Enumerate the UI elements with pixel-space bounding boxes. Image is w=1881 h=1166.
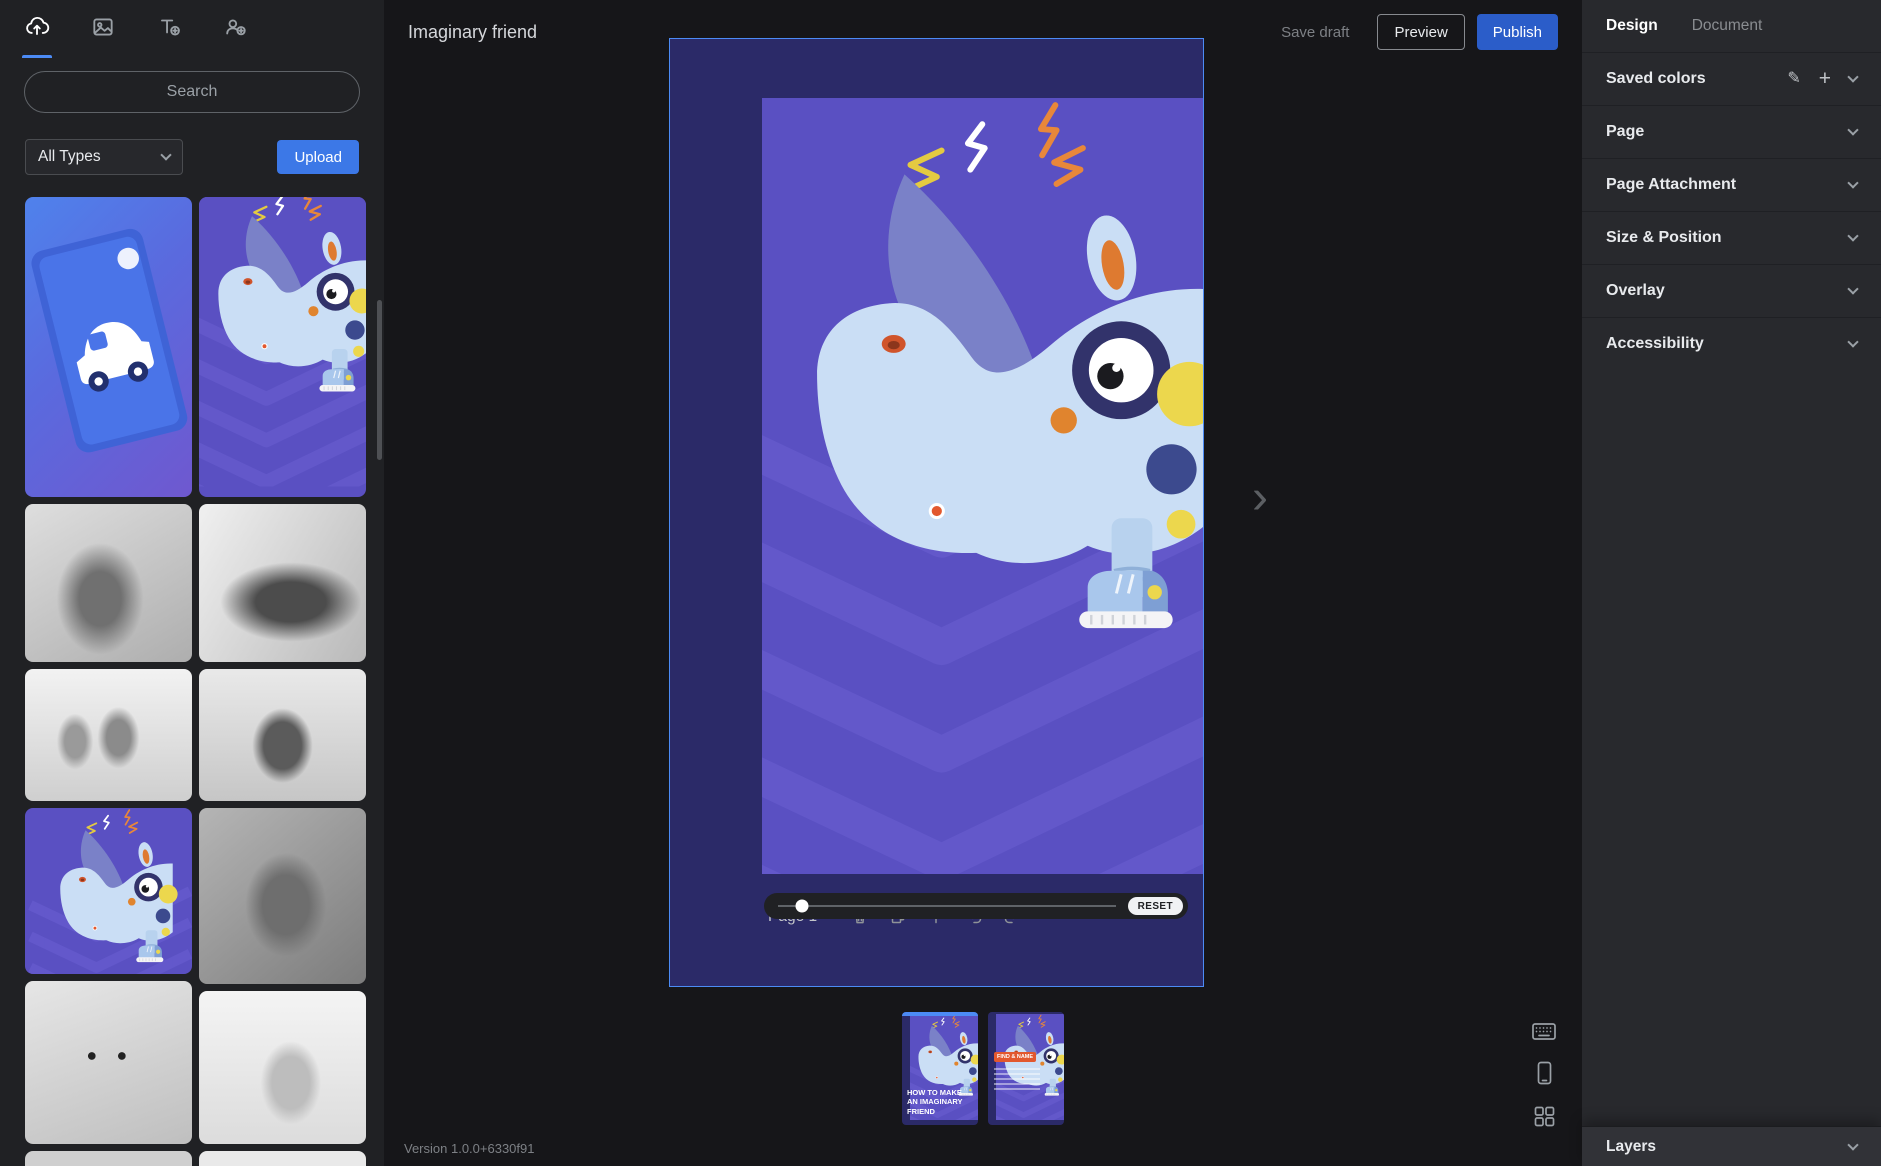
next-page-button[interactable]: › [1252,474,1268,522]
library-tab-third-party-media[interactable] [84,0,122,58]
layers-bar[interactable]: Layers [1582,1126,1881,1166]
media-type-dropdown[interactable]: All Types [25,139,183,175]
media-item-figurines-photo[interactable] [25,669,192,801]
section-size-position[interactable]: Size & Position [1582,211,1881,264]
image-icon [90,14,116,45]
search-wrap [0,58,384,113]
media-gallery [0,197,384,1166]
keyboard-icon [1532,1023,1556,1045]
page-carousel: HOW TO MAKE AN IMAGINARY FRIEND FIND & N… [902,1012,1064,1125]
search-input[interactable] [24,71,360,113]
media-column-1 [25,197,192,1166]
section-page[interactable]: Page [1582,105,1881,158]
chevron-right-icon: › [1252,471,1268,524]
animation-playbar: RESET [764,893,1188,919]
media-item-imaginary-friend-illustration[interactable] [199,197,366,497]
tab-design[interactable]: Design [1606,17,1658,35]
animation-scrubber-knob[interactable] [796,900,809,913]
media-item-partial[interactable] [25,1151,192,1166]
inspector-tab-bar: Design Document [1582,0,1881,52]
thumbnail-title: FIND & NAME [994,1052,1036,1062]
chevron-down-icon [1847,283,1858,294]
chevron-down-icon [160,149,171,160]
library-panel: All Types Upload [0,0,384,1166]
edit-colors-icon[interactable]: ✎ [1787,71,1800,87]
library-scrollbar[interactable] [377,300,382,460]
cloud-upload-icon [24,14,50,45]
library-tab-text[interactable] [150,0,188,58]
media-item-partial[interactable] [199,1151,366,1166]
media-item-totoro-figurine-photo[interactable] [199,669,366,801]
chevron-down-icon [1847,124,1858,135]
section-accessibility[interactable]: Accessibility [1582,317,1881,370]
layers-label: Layers [1606,1138,1656,1156]
media-type-value: All Types [38,148,101,166]
saved-colors-section[interactable]: Saved colors ✎ + [1582,52,1881,105]
upload-button[interactable]: Upload [277,140,359,174]
animation-reset-button[interactable]: RESET [1128,897,1183,915]
chevron-down-icon [1847,230,1858,241]
stage-header: Imaginary friend Save draft Preview Publ… [384,0,1582,64]
grid-view-button[interactable] [1534,1106,1555,1132]
phone-icon [1537,1061,1552,1090]
library-tab-shapes-stickers[interactable] [216,0,254,58]
corner-tools [1532,1023,1556,1132]
device-preview-button[interactable] [1537,1061,1552,1090]
text-add-icon [156,14,182,45]
grid-icon [1534,1106,1555,1132]
keyboard-shortcuts-button[interactable] [1532,1023,1556,1045]
media-item-plush-toy-photo[interactable] [25,981,192,1144]
app-root: All Types Upload [0,0,1881,1166]
publish-button[interactable]: Publish [1477,14,1558,50]
media-column-2 [199,197,366,1166]
filter-row: All Types Upload [0,113,384,175]
media-item-car-illustration[interactable] [25,197,192,497]
library-tab-local-media[interactable] [18,0,56,58]
media-item-dinosaur-toy-photo[interactable] [199,504,366,662]
media-item-cat-figurine-photo[interactable] [199,991,366,1144]
page-thumbnail-1[interactable]: HOW TO MAKE AN IMAGINARY FRIEND [902,1012,978,1125]
chevron-down-icon [1847,336,1858,347]
library-tab-bar [0,0,384,58]
page-wrap: Page 1 [669,38,1204,987]
animation-scrubber-track[interactable] [778,905,1116,907]
media-item-imaginary-friend-small[interactable] [25,808,192,974]
saved-colors-label: Saved colors [1606,70,1706,88]
media-item-wooden-monkey-photo[interactable] [25,504,192,662]
inspector-panel: Design Document Saved colors ✎ + Page Pa… [1582,0,1881,1166]
media-item-sock-monkey-photo[interactable] [199,808,366,984]
preview-button[interactable]: Preview [1377,14,1464,50]
thumbnail-title: HOW TO MAKE AN IMAGINARY FRIEND [907,1088,967,1116]
save-draft-button[interactable]: Save draft [1265,14,1365,50]
thumbnail-body-text [994,1068,1040,1093]
section-overlay[interactable]: Overlay [1582,264,1881,317]
story-page-canvas[interactable]: Page 1 [669,38,1204,987]
tab-document[interactable]: Document [1692,17,1763,35]
person-add-icon [222,14,248,45]
chevron-down-icon[interactable] [1847,71,1858,82]
add-color-icon[interactable]: + [1819,68,1831,89]
section-page-attachment[interactable]: Page Attachment [1582,158,1881,211]
thumbnail-illustration [996,1014,1064,1120]
chevron-down-icon [1847,177,1858,188]
imaginary-friend-illustration[interactable] [762,98,1204,874]
chevron-down-icon [1847,1139,1858,1150]
version-label: Version 1.0.0+6330f91 [404,1141,534,1156]
page-thumbnail-2[interactable]: FIND & NAME [988,1012,1064,1125]
saved-colors-actions: ✎ + [1787,70,1857,89]
story-title: Imaginary friend [408,22,537,43]
workspace: Imaginary friend Save draft Preview Publ… [384,0,1582,1166]
